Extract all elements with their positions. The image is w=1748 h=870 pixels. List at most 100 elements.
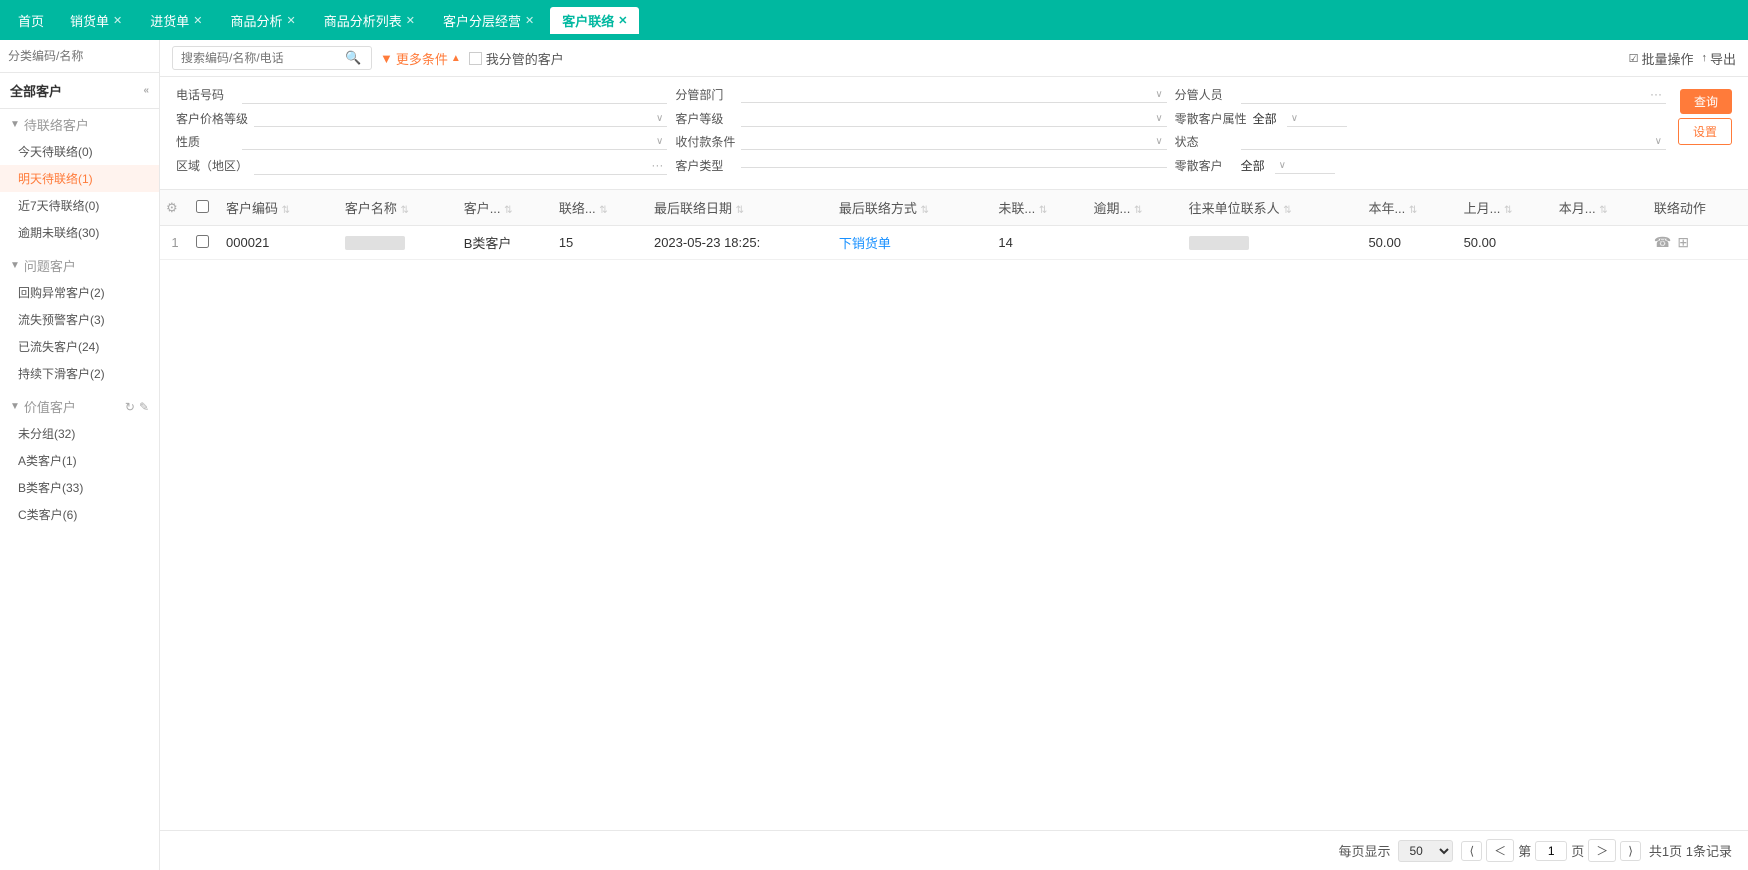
my-customers-toggle[interactable]: 我分管的客户 [469, 49, 564, 68]
refresh-icon[interactable]: ↻ [125, 400, 135, 414]
table-header-overdue: 逾期... ⇅ [1087, 190, 1182, 226]
triangle-icon: ▼ [10, 119, 20, 130]
row-last-contact-method[interactable]: 下销货单 [833, 226, 993, 260]
chevron-left-icon[interactable]: « [143, 85, 149, 96]
close-icon[interactable]: ✕ [618, 14, 627, 27]
filter-label-region: 区域（地区） [176, 157, 248, 174]
nav-product-analysis-list[interactable]: 商品分析列表 ✕ [312, 7, 427, 34]
filter-payment-terms-select[interactable]: ∨ [741, 134, 1166, 150]
prev-page-btn[interactable]: ＜ [1486, 839, 1514, 862]
close-icon[interactable]: ✕ [406, 14, 415, 27]
export-btn[interactable]: ↑ 导出 [1701, 49, 1736, 68]
filter-row-4: 区域（地区） ··· 客户类型 零散客户 全部 [176, 156, 1666, 175]
grid-icon[interactable]: ⊞ [1677, 234, 1689, 251]
per-page-select[interactable]: 50 100 200 [1398, 840, 1453, 862]
sort-icon[interactable]: ⇅ [1409, 205, 1417, 216]
nav-customer-layering[interactable]: 客户分层经营 ✕ [431, 7, 546, 34]
gear-icon[interactable]: ⚙ [166, 200, 178, 215]
nav-product-analysis[interactable]: 商品分析 ✕ [218, 7, 307, 34]
search-icon[interactable]: 🔍 [345, 50, 361, 66]
sidebar-item-class-c[interactable]: C类客户(6) [0, 501, 159, 528]
ellipsis-icon[interactable]: ··· [1650, 87, 1662, 101]
filter-nature-select[interactable]: ∨ [242, 134, 667, 150]
filter-sparse-customer: 零散客户 全部 ∨ [1175, 157, 1666, 174]
row-last-month: 50.00 [1458, 226, 1553, 260]
sort-icon[interactable]: ⇅ [282, 205, 290, 216]
sidebar-all-customers[interactable]: 全部客户 « [0, 73, 159, 109]
triangle-icon: ▼ [10, 260, 20, 271]
filter-row-1: 电话号码 分管部门 ∨ 分管人员 [176, 85, 1666, 104]
batch-op-btn[interactable]: ☑ 批量操作 [1629, 49, 1694, 68]
sidebar-item-class-b[interactable]: B类客户(33) [0, 474, 159, 501]
search-input[interactable] [181, 51, 341, 65]
sidebar-search-input[interactable] [8, 49, 160, 63]
sort-icon[interactable]: ⇅ [736, 205, 744, 216]
sidebar-item-unclassified[interactable]: 未分组(32) [0, 420, 159, 447]
sidebar-item-7days-contact[interactable]: 近7天待联络(0) [0, 192, 159, 219]
chevron-up-icon: ▲ [451, 53, 461, 64]
filter-status-select[interactable]: ∨ [1241, 134, 1666, 150]
filter-label-customer-level: 客户等级 [675, 110, 735, 127]
sidebar-section-title-value: ▼ 价值客户 ↻ ✎ [0, 391, 159, 420]
nav-purchase-order[interactable]: 进货单 ✕ [138, 7, 214, 34]
sort-icon[interactable]: ⇅ [599, 205, 607, 216]
sidebar-item-churned[interactable]: 已流失客户(24) [0, 333, 159, 360]
sidebar: 🔍 全部客户 « ▼ 待联络客户 今天待联络(0) 明天待联络(1) 近7天待联… [0, 40, 160, 870]
sidebar-item-churn-warning[interactable]: 流失预警客户(3) [0, 306, 159, 333]
sort-icon[interactable]: ⇅ [1283, 205, 1291, 216]
nav-sales-order[interactable]: 销货单 ✕ [58, 7, 134, 34]
filter-sparse-attr-select[interactable]: ∨ [1287, 111, 1347, 127]
query-button[interactable]: 查询 [1680, 89, 1732, 114]
sidebar-item-class-a[interactable]: A类客户(1) [0, 447, 159, 474]
last-page-btn[interactable]: ⟩ [1620, 841, 1641, 861]
close-icon[interactable]: ✕ [287, 14, 296, 27]
nav-customer-contact[interactable]: 客户联络 ✕ [550, 7, 639, 34]
row-checkbox[interactable] [190, 226, 220, 260]
sidebar-item-declining[interactable]: 持续下滑客户(2) [0, 360, 159, 387]
row-checkbox-input[interactable] [196, 235, 209, 248]
table-header-checkbox[interactable] [190, 190, 220, 226]
sidebar-item-repurchase-abnormal[interactable]: 回购异常客户(2) [0, 279, 159, 306]
sidebar-item-tomorrow-contact[interactable]: 明天待联络(1) [0, 165, 159, 192]
filter-dept-select[interactable]: ∨ [741, 87, 1166, 103]
filter-search-box: 🔍 [172, 46, 372, 70]
sidebar-item-today-contact[interactable]: 今天待联络(0) [0, 138, 159, 165]
sort-icon[interactable]: ⇅ [400, 205, 408, 216]
phone-icon[interactable]: ☎ [1654, 234, 1671, 251]
filter-sparse-customer-select[interactable]: ∨ [1275, 158, 1335, 174]
filter-sparse-attr: 零散客户属性 全部 ∨ [1175, 110, 1666, 127]
first-page-btn[interactable]: ⟨ [1461, 841, 1482, 861]
set-button[interactable]: 设置 [1678, 118, 1732, 145]
more-conditions-btn[interactable]: ▼ 更多条件 ▲ [380, 49, 461, 68]
close-icon[interactable]: ✕ [113, 14, 122, 27]
sort-icon[interactable]: ⇅ [1134, 205, 1142, 216]
filter-price-level-select[interactable]: ∨ [254, 111, 667, 127]
sort-icon[interactable]: ⇅ [1599, 205, 1607, 216]
next-page-btn[interactable]: ＞ [1588, 839, 1616, 862]
table-header-gear[interactable]: ⚙ [160, 190, 190, 226]
table-header-action: 联络动作 [1648, 190, 1748, 226]
pagination: ⟨ ＜ 第 页 ＞ ⟩ [1461, 839, 1640, 862]
chevron-down-icon: ∨ [1279, 160, 1286, 171]
edit-icon[interactable]: ✎ [139, 400, 149, 414]
sidebar-item-overdue-contact[interactable]: 逾期未联络(30) [0, 219, 159, 246]
sort-icon[interactable]: ⇅ [1504, 205, 1512, 216]
filter-bar: 🔍 ▼ 更多条件 ▲ 我分管的客户 ☑ 批量操作 ↑ 导出 [160, 40, 1748, 77]
select-all-checkbox[interactable] [196, 200, 209, 213]
ellipsis-icon[interactable]: ··· [651, 158, 663, 172]
filter-customer-level-select[interactable]: ∨ [741, 111, 1166, 127]
close-icon[interactable]: ✕ [525, 14, 534, 27]
close-icon[interactable]: ✕ [193, 14, 202, 27]
filter-phone-input[interactable] [242, 85, 667, 104]
table-footer: 每页显示 50 100 200 ⟨ ＜ 第 页 ＞ ⟩ 共1页 1条记录 [160, 830, 1748, 870]
filter-region: 区域（地区） ··· [176, 156, 667, 175]
nav-home[interactable]: 首页 [8, 7, 54, 34]
my-customers-checkbox[interactable] [469, 52, 482, 65]
last-contact-link[interactable]: 下销货单 [839, 236, 891, 251]
advanced-filter: 电话号码 分管部门 ∨ 分管人员 [160, 77, 1748, 190]
sort-icon[interactable]: ⇅ [504, 205, 512, 216]
page-input[interactable] [1535, 841, 1567, 861]
row-not-contact: 14 [992, 226, 1087, 260]
sort-icon[interactable]: ⇅ [1039, 205, 1047, 216]
sort-icon[interactable]: ⇅ [920, 205, 928, 216]
